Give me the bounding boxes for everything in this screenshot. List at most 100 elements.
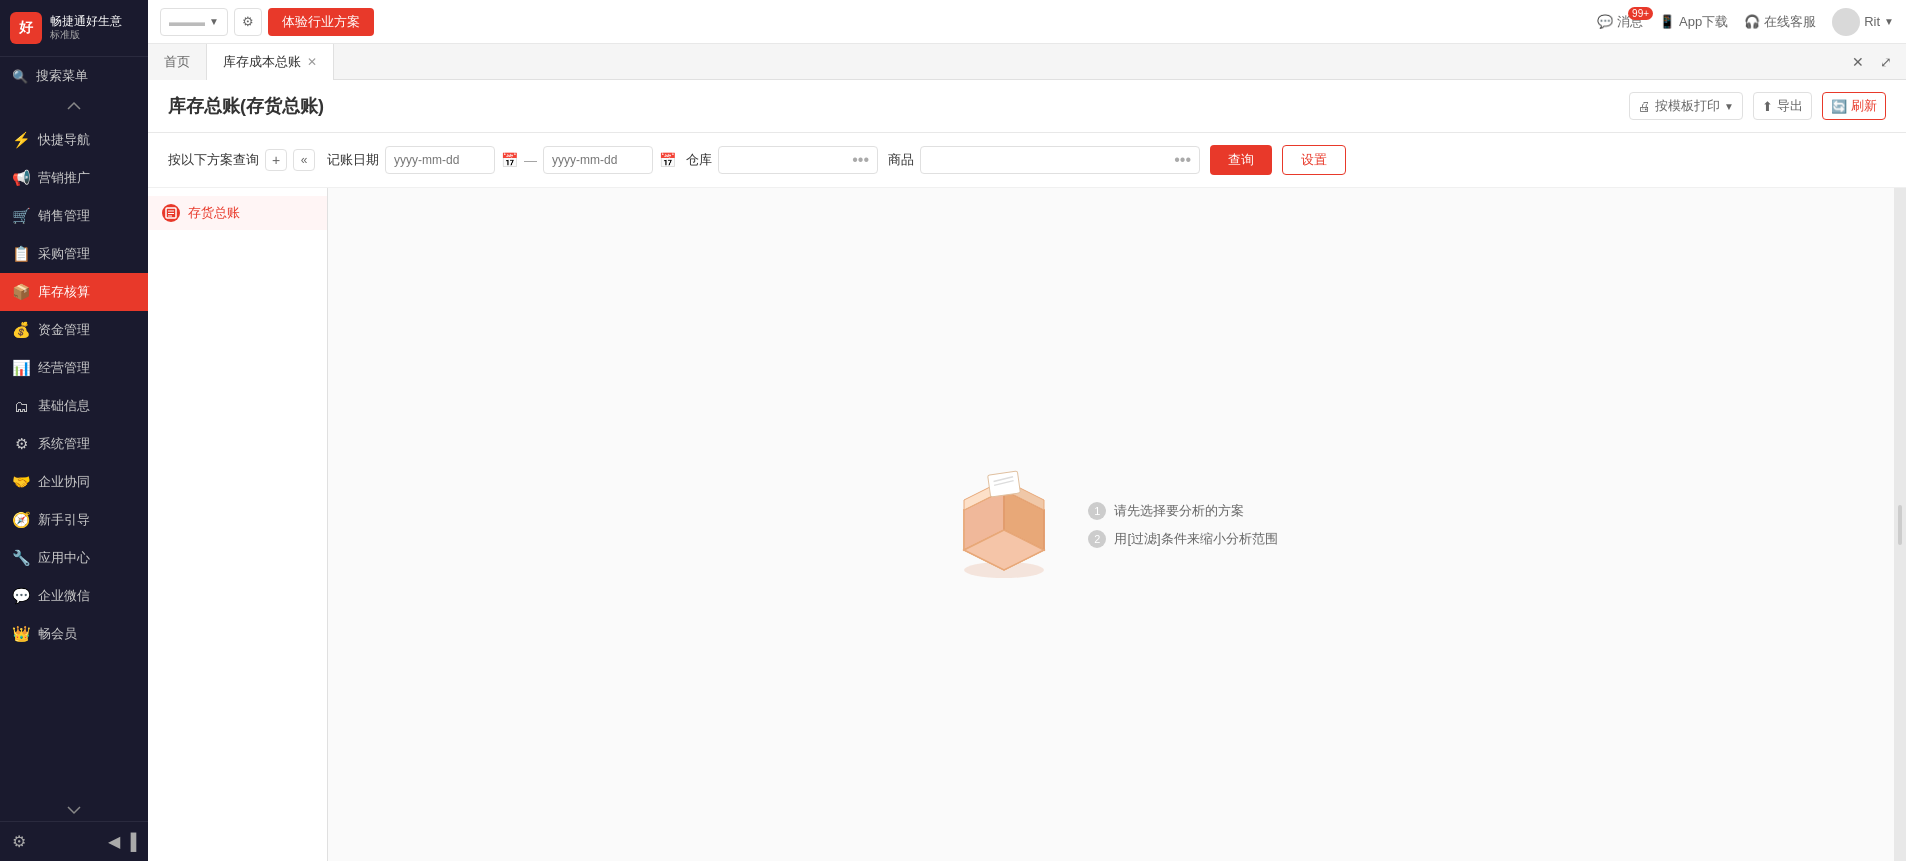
home-tab-label: 首页 [164,53,190,71]
refresh-icon: 🔄 [1831,99,1847,114]
sidebar-item-wechat[interactable]: 💬 企业微信 [0,577,148,615]
print-btn[interactable]: 🖨 按模板打印 ▼ [1629,92,1743,120]
online-service-btn[interactable]: 🎧 在线客服 [1744,13,1816,31]
sidebar-item-enterprise[interactable]: 🤝 企业协同 [0,463,148,501]
sidebar-item-system[interactable]: ⚙ 系统管理 [0,425,148,463]
app-download-btn[interactable]: 📱 App下载 [1659,13,1728,31]
sidebar-item-label: 新手引导 [38,511,90,529]
collapse-sidebar-icon[interactable]: ◀ ▐ [108,832,136,851]
user-profile[interactable]: Rit ▼ [1832,8,1894,36]
message-badge: 99+ [1628,7,1653,20]
sidebar-item-marketing[interactable]: 📢 营销推广 [0,159,148,197]
empty-step-1-text: 请先选择要分析的方案 [1114,502,1244,520]
refresh-btn-label: 刷新 [1851,97,1877,115]
scheme-selector[interactable]: ▬▬▬ ▼ [160,8,228,36]
sidebar-item-finance[interactable]: 💰 资金管理 [0,311,148,349]
basic-info-icon: 🗂 [12,398,30,415]
logo-icon: 好 [10,12,42,44]
export-btn-label: 导出 [1777,97,1803,115]
sidebar-item-guide[interactable]: 🧭 新手引导 [0,501,148,539]
date-field-label: 记账日期 [327,151,379,169]
sidebar-item-label: 快捷导航 [38,131,90,149]
filter-add-btn[interactable]: + [265,149,287,171]
goods-input[interactable]: ••• [920,146,1200,174]
chevron-down-icon: ▼ [1884,16,1894,27]
calendar-end-icon[interactable]: 📅 [659,152,676,168]
date-start-input[interactable] [385,146,495,174]
right-panel[interactable] [1894,188,1906,861]
empty-step-2-text: 用[过滤]条件来缩小分析范围 [1114,530,1277,548]
app-center-icon: 🔧 [12,549,30,567]
filter-row: 记账日期 📅 — 📅 仓库 ••• 商品 ••• [327,145,1886,175]
goods-more-icon[interactable]: ••• [1174,151,1191,169]
scroll-down-btn [0,799,148,821]
sidebar-item-operation[interactable]: 📊 经营管理 [0,349,148,387]
goods-field-label: 商品 [888,151,914,169]
topbar-right: 💬 消息 99+ 📱 App下载 🎧 在线客服 Rit ▼ [1597,8,1894,36]
settings-footer-icon[interactable]: ⚙ [12,832,26,851]
page-header: 库存总账(存货总账) 🖨 按模板打印 ▼ ⬆ 导出 🔄 刷新 [148,80,1906,133]
user-name: Rit [1864,14,1880,29]
query-btn[interactable]: 查询 [1210,145,1272,175]
search-menu[interactable]: 🔍 搜索菜单 [0,57,148,95]
sidebar-item-label: 企业微信 [38,587,90,605]
system-icon: ⚙ [12,435,30,453]
tab-close-btn[interactable]: ✕ [307,55,317,69]
member-icon: 👑 [12,625,30,643]
empty-state: 1 请先选择要分析的方案 2 用[过滤]条件来缩小分析范围 [328,188,1894,861]
warehouse-filter-group: 仓库 ••• [686,146,878,174]
calendar-start-icon[interactable]: 📅 [501,152,518,168]
topbar-settings-btn[interactable]: ⚙ [234,8,262,36]
demo-btn[interactable]: 体验行业方案 [268,8,374,36]
filter-area: 按以下方案查询 + « 记账日期 📅 — 📅 仓库 ••• 商品 [148,133,1906,188]
refresh-btn[interactable]: 🔄 刷新 [1822,92,1886,120]
close-tab-ctrl-btn[interactable]: ✕ [1846,50,1870,74]
sidebar-item-label: 营销推广 [38,169,90,187]
sidebar-item-basic-info[interactable]: 🗂 基础信息 [0,387,148,425]
sidebar-item-quick-nav[interactable]: ⚡ 快捷导航 [0,121,148,159]
box-illustration [944,465,1064,585]
app-sub: 标准版 [50,28,122,42]
tab-inventory-ledger[interactable]: 库存成本总账 ✕ [207,44,334,80]
warehouse-input[interactable]: ••• [718,146,878,174]
sidebar-item-app-center[interactable]: 🔧 应用中心 [0,539,148,577]
expand-tab-ctrl-btn[interactable]: ⤢ [1874,50,1898,74]
avatar [1832,8,1860,36]
inventory-icon: 📦 [12,283,30,301]
filter-label-text: 按以下方案查询 [168,151,259,169]
page-title: 库存总账(存货总账) [168,94,324,130]
filter-label: 按以下方案查询 + « [168,149,315,171]
search-menu-label: 搜索菜单 [36,67,88,85]
sidebar-item-sales[interactable]: 🛒 销售管理 [0,197,148,235]
export-btn[interactable]: ⬆ 导出 [1753,92,1812,120]
topbar-left: ▬▬▬ ▼ ⚙ 体验行业方案 [160,8,1589,36]
app-download-label: App下载 [1679,13,1728,31]
empty-step-1: 1 请先选择要分析的方案 [1088,502,1277,520]
sidebar-item-purchase[interactable]: 📋 采购管理 [0,235,148,273]
sidebar-item-inventory[interactable]: 📦 库存核算 [0,273,148,311]
date-end-input[interactable] [543,146,653,174]
sidebar-footer: ⚙ ◀ ▐ [0,821,148,861]
operation-icon: 📊 [12,359,30,377]
headset-icon: 🎧 [1744,14,1760,29]
filter-collapse-btn[interactable]: « [293,149,315,171]
sidebar-item-label: 基础信息 [38,397,90,415]
message-btn[interactable]: 💬 消息 99+ [1597,13,1643,31]
export-icon: ⬆ [1762,99,1773,114]
print-btn-label: 按模板打印 [1655,97,1720,115]
step-1-num: 1 [1088,502,1106,520]
filter-settings-btn[interactable]: 设置 [1282,145,1346,175]
printer-icon: 🖨 [1638,99,1651,114]
guide-icon: 🧭 [12,511,30,529]
online-service-label: 在线客服 [1764,13,1816,31]
sidebar-item-member[interactable]: 👑 畅会员 [0,615,148,653]
warehouse-more-icon[interactable]: ••• [852,151,869,169]
app-logo: 好 畅捷通好生意 标准版 [0,0,148,57]
sidebar-nav: ⚡ 快捷导航 📢 营销推广 🛒 销售管理 📋 采购管理 📦 库存核算 💰 资金管… [0,117,148,799]
tab-home[interactable]: 首页 [148,44,207,80]
filter-panel-item-ledger[interactable]: 存货总账 [148,196,327,230]
wechat-icon: 💬 [12,587,30,605]
scheme-label: ▬▬▬ [169,15,205,29]
search-icon: 🔍 [12,69,28,84]
ledger-icon [162,204,180,222]
